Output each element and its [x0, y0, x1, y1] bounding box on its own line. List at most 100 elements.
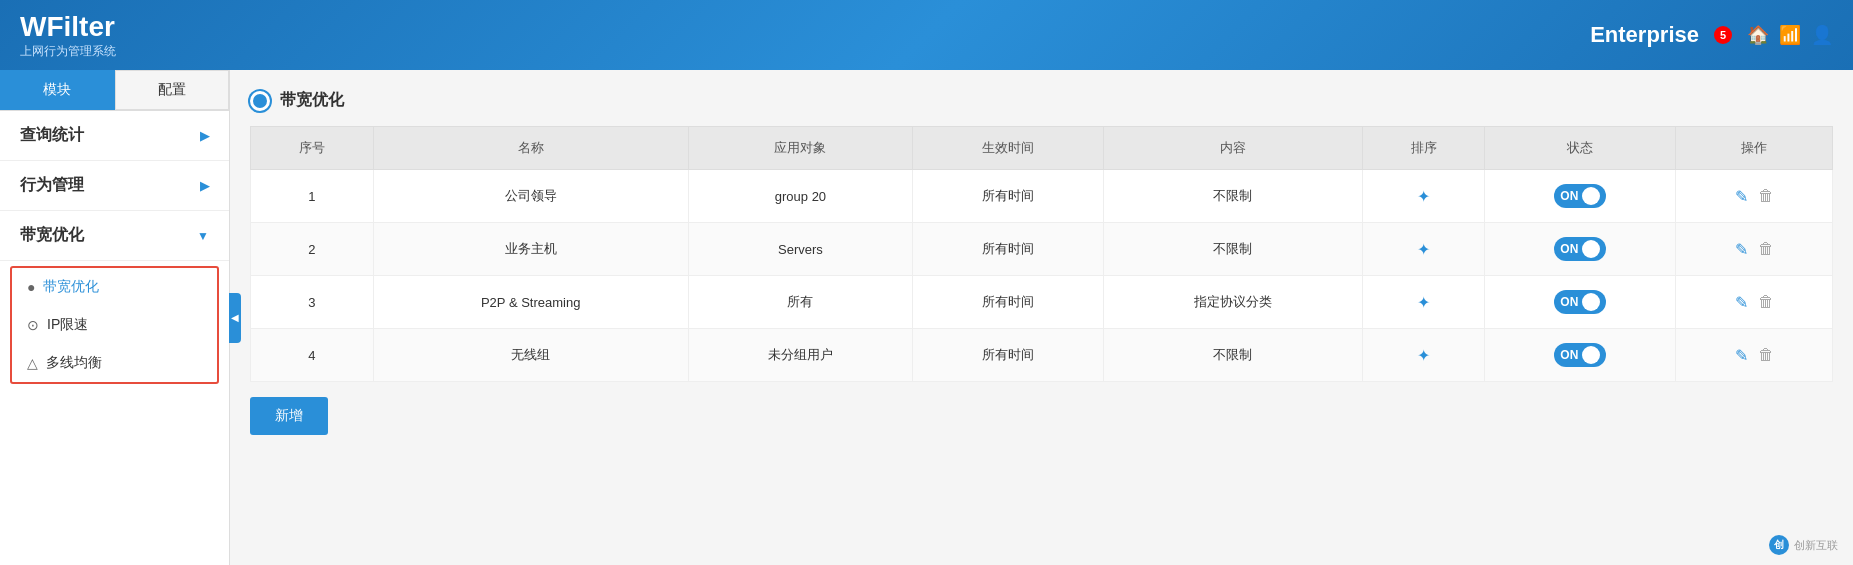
table-row: 3 P2P & Streaming 所有 所有时间 指定协议分类 ✦ ON ✎ …	[251, 276, 1833, 329]
cell-name: 业务主机	[373, 223, 688, 276]
logo-subtitle: 上网行为管理系统	[20, 43, 116, 60]
table-row: 4 无线组 未分组用户 所有时间 不限制 ✦ ON ✎ 🗑	[251, 329, 1833, 382]
cell-actions: ✎ 🗑	[1676, 170, 1833, 223]
edit-icon[interactable]: ✎	[1735, 293, 1748, 312]
submenu-label-multiline: 多线均衡	[46, 354, 102, 372]
main-content: 带宽优化 序号 名称 应用对象 生效时间 内容 排序 状态 操作 1 公司领导 …	[230, 70, 1853, 565]
tab-module[interactable]: 模块	[0, 70, 115, 110]
col-header-status: 状态	[1485, 127, 1676, 170]
toggle-circle	[1582, 240, 1600, 258]
page-header-icon	[250, 91, 270, 111]
sort-icon[interactable]: ✦	[1417, 241, 1430, 258]
logo-area: WFilter 上网行为管理系统	[20, 11, 116, 60]
cell-time: 所有时间	[913, 223, 1104, 276]
triangle-icon: △	[27, 355, 38, 371]
col-header-target: 应用对象	[688, 127, 913, 170]
cell-status[interactable]: ON	[1485, 329, 1676, 382]
cell-actions: ✎ 🗑	[1676, 276, 1833, 329]
cell-status[interactable]: ON	[1485, 276, 1676, 329]
sidebar: 模块 配置 查询统计 ▶ 行为管理 ▶ 带宽优化 ▼ ● 带宽优化 ⊙ IP限速	[0, 70, 230, 565]
submenu-item-bandwidth-optimize[interactable]: ● 带宽优化	[12, 268, 217, 306]
edit-icon[interactable]: ✎	[1735, 346, 1748, 365]
delete-icon[interactable]: 🗑	[1758, 293, 1774, 311]
main-layout: 模块 配置 查询统计 ▶ 行为管理 ▶ 带宽优化 ▼ ● 带宽优化 ⊙ IP限速	[0, 70, 1853, 565]
cell-sort[interactable]: ✦	[1362, 170, 1485, 223]
tab-config[interactable]: 配置	[115, 70, 230, 110]
cell-name: P2P & Streaming	[373, 276, 688, 329]
action-icons-group: ✎ 🗑	[1686, 293, 1822, 312]
edit-icon[interactable]: ✎	[1735, 240, 1748, 259]
page-title: 带宽优化	[280, 90, 344, 111]
action-icons-group: ✎ 🗑	[1686, 240, 1822, 259]
delete-icon[interactable]: 🗑	[1758, 187, 1774, 205]
toggle-label: ON	[1557, 295, 1578, 309]
toggle-label: ON	[1557, 348, 1578, 362]
cell-actions: ✎ 🗑	[1676, 223, 1833, 276]
status-toggle[interactable]: ON	[1554, 343, 1606, 367]
sidebar-item-bandwidth[interactable]: 带宽优化 ▼	[0, 211, 229, 261]
cell-content: 不限制	[1104, 170, 1363, 223]
wifi-icon[interactable]: 📶	[1779, 24, 1801, 46]
submenu-item-ip-limit[interactable]: ⊙ IP限速	[12, 306, 217, 344]
cell-time: 所有时间	[913, 170, 1104, 223]
footer-brand: 创 创新互联	[1769, 535, 1838, 555]
toggle-circle	[1582, 293, 1600, 311]
cell-target: 所有	[688, 276, 913, 329]
cell-sort[interactable]: ✦	[1362, 329, 1485, 382]
col-header-time: 生效时间	[913, 127, 1104, 170]
toggle-circle	[1582, 187, 1600, 205]
cell-time: 所有时间	[913, 276, 1104, 329]
sort-icon[interactable]: ✦	[1417, 347, 1430, 364]
status-toggle[interactable]: ON	[1554, 184, 1606, 208]
cell-sort[interactable]: ✦	[1362, 223, 1485, 276]
logo-title: WFilter	[20, 11, 116, 43]
brand-label: 创新互联	[1794, 538, 1838, 553]
cell-content: 不限制	[1104, 329, 1363, 382]
cell-time: 所有时间	[913, 329, 1104, 382]
page-header: 带宽优化	[250, 90, 1833, 111]
table-row: 1 公司领导 group 20 所有时间 不限制 ✦ ON ✎ 🗑	[251, 170, 1833, 223]
sidebar-item-label-query-stats: 查询统计	[20, 125, 84, 146]
delete-icon[interactable]: 🗑	[1758, 346, 1774, 364]
header-right: Enterprise 5 🏠 📶 👤	[1590, 22, 1833, 48]
sidebar-item-behavior[interactable]: 行为管理 ▶	[0, 161, 229, 211]
home-icon[interactable]: 🏠	[1747, 24, 1769, 46]
chevron-down-icon: ▼	[197, 229, 209, 243]
toggle-label: ON	[1557, 189, 1578, 203]
edition-label: Enterprise	[1590, 22, 1699, 48]
cell-name: 无线组	[373, 329, 688, 382]
cell-actions: ✎ 🗑	[1676, 329, 1833, 382]
bandwidth-table: 序号 名称 应用对象 生效时间 内容 排序 状态 操作 1 公司领导 group…	[250, 126, 1833, 382]
sort-icon[interactable]: ✦	[1417, 188, 1430, 205]
sidebar-tabs: 模块 配置	[0, 70, 229, 111]
action-icons-group: ✎ 🗑	[1686, 346, 1822, 365]
cell-index: 3	[251, 276, 374, 329]
cell-target: Servers	[688, 223, 913, 276]
sidebar-collapse-button[interactable]: ◀	[229, 293, 241, 343]
submenu-item-multiline[interactable]: △ 多线均衡	[12, 344, 217, 382]
circle-icon: ●	[27, 279, 35, 295]
status-toggle[interactable]: ON	[1554, 237, 1606, 261]
sidebar-item-query-stats[interactable]: 查询统计 ▶	[0, 111, 229, 161]
cell-index: 4	[251, 329, 374, 382]
app-header: WFilter 上网行为管理系统 Enterprise 5 🏠 📶 👤	[0, 0, 1853, 70]
status-toggle[interactable]: ON	[1554, 290, 1606, 314]
add-button[interactable]: 新增	[250, 397, 328, 435]
submenu-label-ip-limit: IP限速	[47, 316, 88, 334]
delete-icon[interactable]: 🗑	[1758, 240, 1774, 258]
cell-target: group 20	[688, 170, 913, 223]
cell-status[interactable]: ON	[1485, 170, 1676, 223]
submenu-label-bandwidth-optimize: 带宽优化	[43, 278, 99, 296]
sidebar-item-label-bandwidth: 带宽优化	[20, 225, 84, 246]
cell-sort[interactable]: ✦	[1362, 276, 1485, 329]
sort-icon[interactable]: ✦	[1417, 294, 1430, 311]
header-icons-group: 🏠 📶 👤	[1747, 24, 1833, 46]
cell-status[interactable]: ON	[1485, 223, 1676, 276]
toggle-circle	[1582, 346, 1600, 364]
edit-icon[interactable]: ✎	[1735, 187, 1748, 206]
cell-index: 2	[251, 223, 374, 276]
cell-content: 不限制	[1104, 223, 1363, 276]
notification-badge[interactable]: 5	[1714, 26, 1732, 44]
user-icon[interactable]: 👤	[1811, 24, 1833, 46]
table-row: 2 业务主机 Servers 所有时间 不限制 ✦ ON ✎ 🗑	[251, 223, 1833, 276]
